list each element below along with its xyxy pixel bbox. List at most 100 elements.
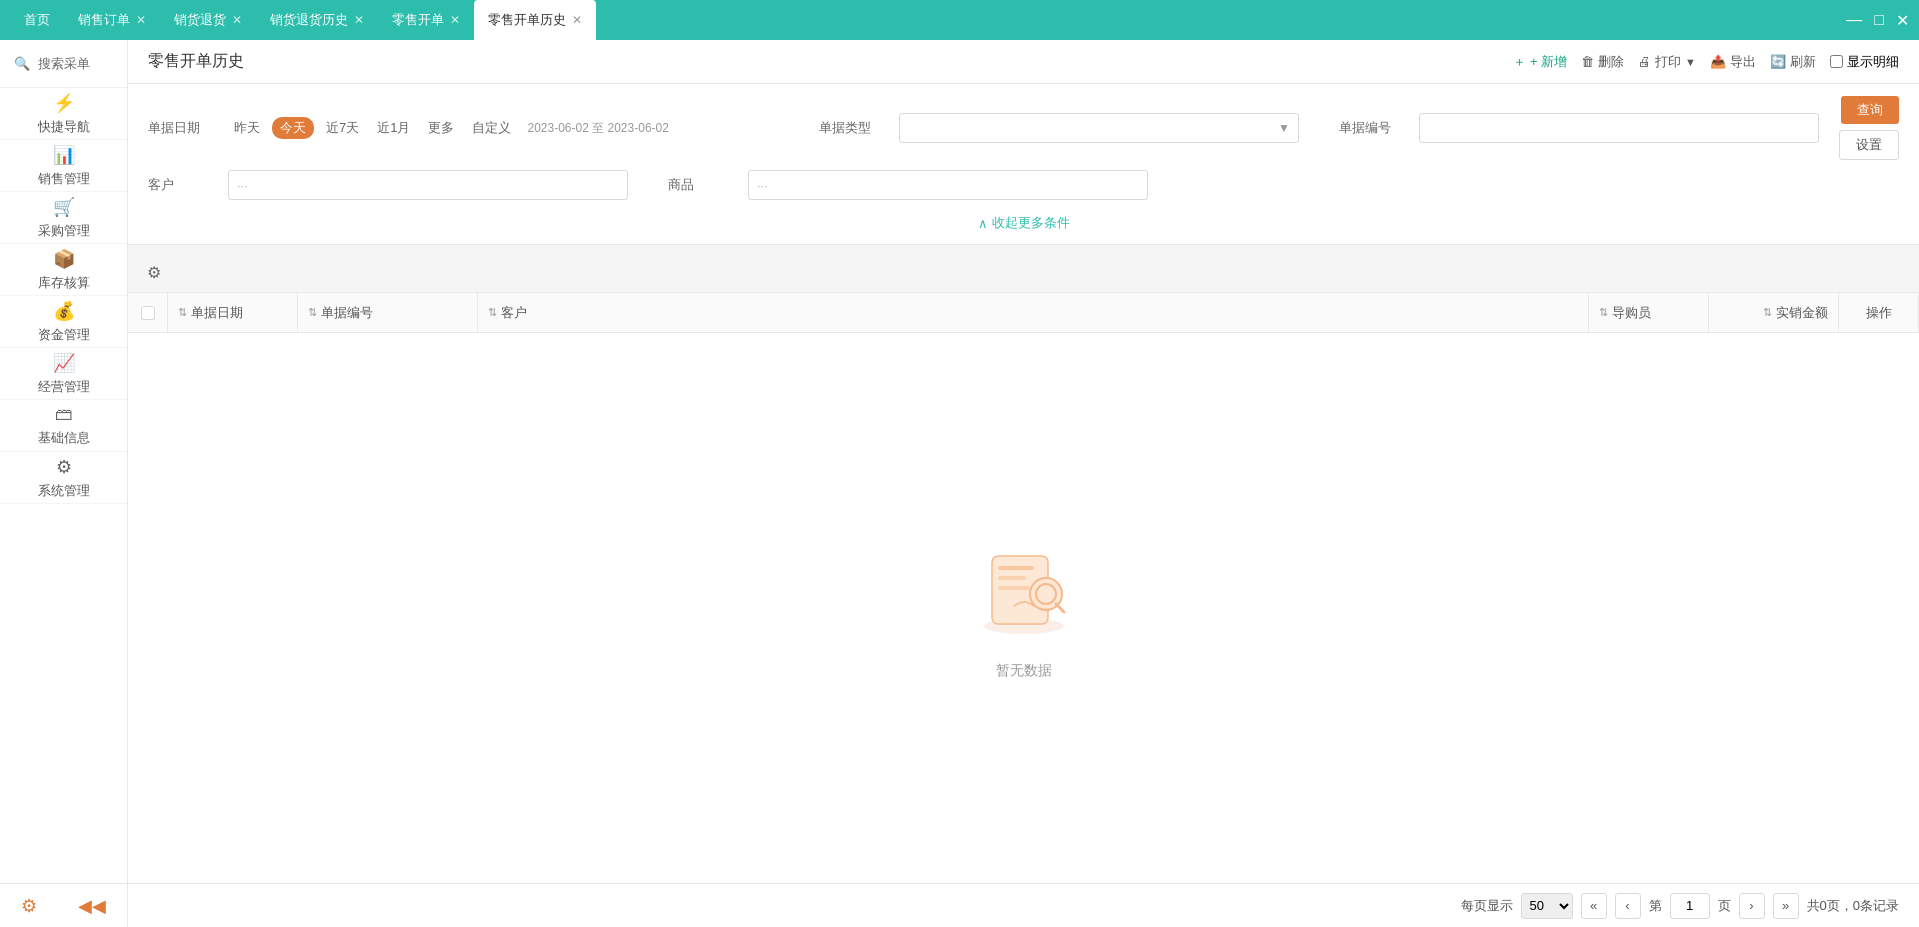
minimize-icon[interactable]: — [1846, 11, 1862, 29]
th-guide[interactable]: ⇅ 导购员 [1589, 293, 1709, 332]
tab-sales-return-history-close[interactable]: ✕ [354, 13, 364, 27]
tab-home-label: 首页 [24, 11, 50, 29]
tab-retail-history[interactable]: 零售开单历史 ✕ [474, 0, 596, 40]
svg-line-7 [1056, 604, 1064, 612]
sidebar-item-finance[interactable]: 💰 资金管理 [0, 296, 127, 348]
filter-panel: 单据日期 昨天 今天 近7天 近1月 更多 自定义 2023-06-02 至 2… [128, 84, 1919, 245]
collapse-label: 收起更多条件 [992, 214, 1070, 232]
doc-no-input[interactable] [1419, 113, 1819, 143]
print-button[interactable]: 🖨 打印 ▼ [1638, 53, 1696, 71]
table-header: ⇅ 单据日期 ⇅ 单据编号 ⇅ 客户 ⇅ 导购员 ⇅ 实销金额 [128, 293, 1919, 333]
th-docno[interactable]: ⇅ 单据编号 [298, 293, 478, 332]
th-customer[interactable]: ⇅ 客户 [478, 293, 1589, 332]
collapse-icon: ∧ [978, 216, 988, 231]
svg-rect-3 [998, 576, 1026, 580]
next-page-button[interactable]: › [1739, 893, 1765, 919]
tab-retail-open[interactable]: 零售开单 ✕ [378, 0, 474, 40]
refresh-icon: 🔄 [1770, 54, 1786, 69]
sidebar-item-inventory[interactable]: 📦 库存核算 [0, 244, 127, 296]
tab-home[interactable]: 首页 [10, 0, 64, 40]
pagination: 每页显示 50 10 20 100 « ‹ 第 1 页 › [128, 883, 1919, 927]
sales-mgmt-icon: 📊 [53, 144, 75, 166]
tab-sales-return-close[interactable]: ✕ [232, 13, 242, 27]
goods-dots: ··· [757, 178, 768, 193]
sort-icon-customer: ⇅ [488, 306, 497, 319]
sidebar-item-base-info[interactable]: 🗃 基础信息 [0, 400, 127, 452]
refresh-button[interactable]: 🔄 刷新 [1770, 53, 1816, 71]
table-settings-icon[interactable]: ⚙ [138, 257, 170, 289]
customer-dots: ··· [237, 178, 248, 193]
date-7days[interactable]: 近7天 [320, 117, 365, 139]
sidebar-search-label: 搜索采单 [38, 55, 90, 73]
page-input[interactable]: 1 [1670, 893, 1710, 919]
page-label: 第 [1649, 897, 1662, 915]
last-page-button[interactable]: » [1773, 893, 1799, 919]
sidebar-item-purchase-mgmt-label: 采购管理 [38, 222, 90, 240]
page-title: 零售开单历史 [148, 51, 244, 72]
date-1month[interactable]: 近1月 [371, 117, 416, 139]
goods-select[interactable]: ··· [748, 170, 1148, 200]
export-icon: 📤 [1710, 54, 1726, 69]
th-customer-label: 客户 [501, 304, 527, 322]
sidebar-item-sales-mgmt[interactable]: 📊 销售管理 [0, 140, 127, 192]
per-page-select[interactable]: 50 10 20 100 [1521, 893, 1573, 919]
purchase-mgmt-icon: 🛒 [53, 196, 75, 218]
tab-sales-order-close[interactable]: ✕ [136, 13, 146, 27]
tab-retail-open-close[interactable]: ✕ [450, 13, 460, 27]
setting-button[interactable]: 设置 [1839, 130, 1899, 160]
add-icon: ＋ [1513, 53, 1526, 71]
date-more[interactable]: 更多 [422, 117, 460, 139]
tab-sales-order[interactable]: 销售订单 ✕ [64, 0, 160, 40]
main-layout: 🔍 搜索采单 ⚡ 快捷导航 📊 销售管理 🛒 采购管理 📦 库存核算 💰 [0, 40, 1919, 927]
export-button[interactable]: 📤 导出 [1710, 53, 1756, 71]
doc-type-select[interactable]: ▼ [899, 113, 1299, 143]
select-all-checkbox[interactable] [141, 306, 155, 320]
first-page-button[interactable]: « [1581, 893, 1607, 919]
prev-icon: ‹ [1625, 898, 1629, 913]
add-button[interactable]: ＋ + 新增 [1513, 53, 1567, 71]
close-icon[interactable]: ✕ [1896, 11, 1909, 30]
display-toggle[interactable]: 显示明细 [1830, 53, 1899, 71]
inventory-icon: 📦 [53, 248, 75, 270]
sidebar-item-system[interactable]: ⚙ 系统管理 [0, 452, 127, 504]
sidebar-item-purchase-mgmt[interactable]: 🛒 采购管理 [0, 192, 127, 244]
customer-select[interactable]: ··· [228, 170, 628, 200]
tab-sales-return-history[interactable]: 销货退货历史 ✕ [256, 0, 378, 40]
date-yesterday[interactable]: 昨天 [228, 117, 266, 139]
collapse-button[interactable]: ∧ 收起更多条件 [978, 210, 1070, 236]
tab-sales-return[interactable]: 销货退货 ✕ [160, 0, 256, 40]
display-checkbox[interactable] [1830, 55, 1843, 68]
display-label: 显示明细 [1847, 53, 1899, 71]
date-custom[interactable]: 自定义 [466, 117, 517, 139]
refresh-label: 刷新 [1790, 53, 1816, 71]
th-date[interactable]: ⇅ 单据日期 [168, 293, 298, 332]
th-amount[interactable]: ⇅ 实销金额 [1709, 293, 1839, 332]
maximize-icon[interactable]: □ [1874, 11, 1884, 29]
page-suffix: 页 [1718, 897, 1731, 915]
date-filter-label: 单据日期 [148, 119, 228, 137]
sidebar-item-operations[interactable]: 📈 经营管理 [0, 348, 127, 400]
th-guide-label: 导购员 [1612, 304, 1651, 322]
sidebar-item-quick-nav-label: 快捷导航 [38, 118, 90, 136]
sidebar-settings-icon[interactable]: ⚙ [21, 895, 37, 917]
sort-icon-docno: ⇅ [308, 306, 317, 319]
date-range-text: 2023-06-02 至 2023-06-02 [527, 120, 668, 137]
tab-sales-return-history-label: 销货退货历史 [270, 11, 348, 29]
goods-label: 商品 [668, 176, 748, 194]
customer-label: 客户 [148, 176, 228, 194]
sidebar-collapse-icon[interactable]: ◀◀ [78, 895, 106, 917]
tab-retail-history-close[interactable]: ✕ [572, 13, 582, 27]
query-button[interactable]: 查询 [1841, 96, 1899, 124]
date-today[interactable]: 今天 [272, 117, 314, 139]
add-label: + 新增 [1530, 53, 1567, 71]
tab-retail-open-label: 零售开单 [392, 11, 444, 29]
sidebar-item-quick-nav[interactable]: ⚡ 快捷导航 [0, 88, 127, 140]
sidebar: 🔍 搜索采单 ⚡ 快捷导航 📊 销售管理 🛒 采购管理 📦 库存核算 💰 [0, 40, 128, 927]
sidebar-item-finance-label: 资金管理 [38, 326, 90, 344]
tab-sales-order-label: 销售订单 [78, 11, 130, 29]
delete-button[interactable]: 🗑 删除 [1581, 53, 1624, 71]
top-tabbar: 首页 销售订单 ✕ 销货退货 ✕ 销货退货历史 ✕ 零售开单 ✕ 零售开单历史 … [0, 0, 1919, 40]
prev-page-button[interactable]: ‹ [1615, 893, 1641, 919]
sidebar-search[interactable]: 🔍 搜索采单 [0, 40, 127, 88]
sidebar-item-system-label: 系统管理 [38, 482, 90, 500]
